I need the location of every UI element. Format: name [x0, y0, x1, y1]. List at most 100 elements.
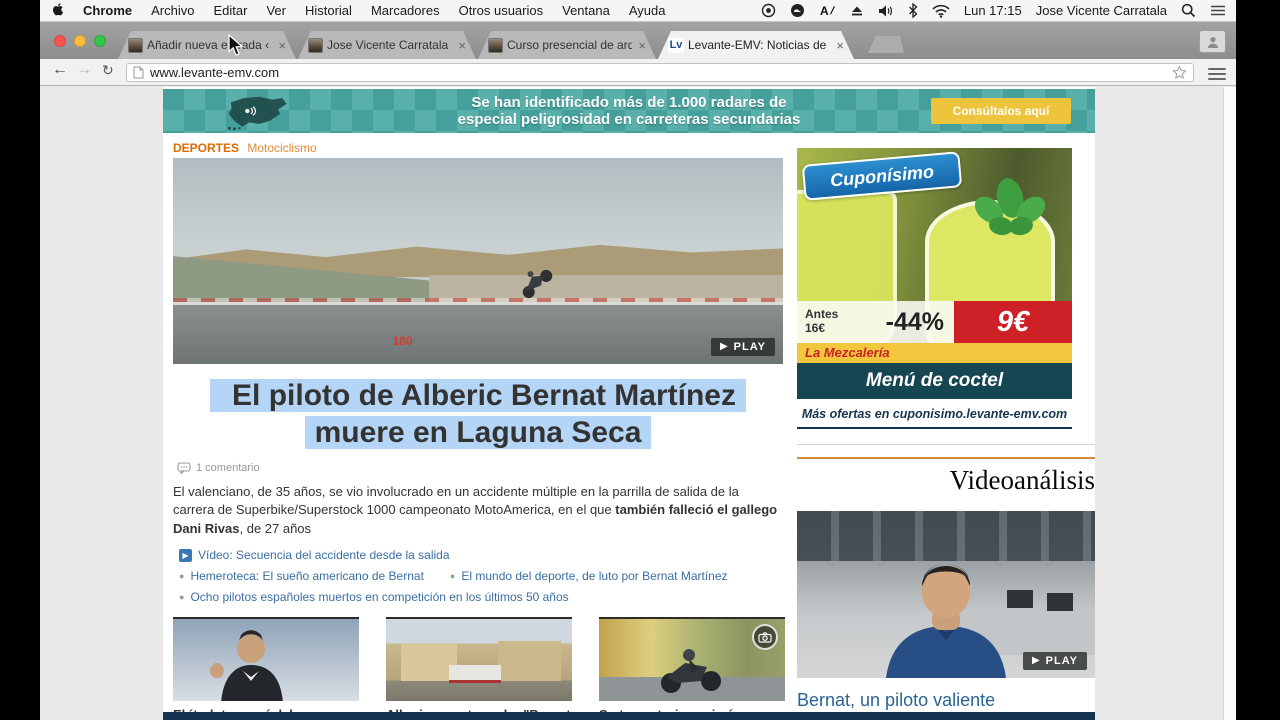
- ad-before-price: Antes 16€: [805, 307, 838, 336]
- macos-menubar: Chrome Archivo Editar Ver Historial Marc…: [40, 0, 1236, 22]
- comments-row[interactable]: 1 comentario: [173, 462, 783, 474]
- related-video-row: ▶ Vídeo: Secuencia del accidente desde l…: [179, 548, 783, 562]
- chrome-toolbar: ← → ↻ www.levante-emv.com: [40, 59, 1236, 86]
- minimize-window-button[interactable]: [74, 35, 86, 47]
- close-window-button[interactable]: [54, 35, 66, 47]
- tab1-close-icon[interactable]: ×: [276, 38, 288, 53]
- link-video-secuencia[interactable]: Vídeo: Secuencia del accidente desde la …: [198, 548, 450, 562]
- forward-button[interactable]: →: [76, 61, 92, 79]
- bookmark-star-icon[interactable]: [1172, 65, 1187, 80]
- back-button[interactable]: ←: [52, 61, 68, 79]
- headline-line1: El piloto de Alberic Bernat Martínez: [210, 379, 746, 412]
- menu-otros-usuarios[interactable]: Otros usuarios: [459, 3, 544, 18]
- video-play-button[interactable]: ▶ PLAY: [710, 338, 775, 356]
- cocktail-ad-image[interactable]: Cuponísimo Antes 16€ -44% 9€: [797, 148, 1072, 343]
- link-luto[interactable]: El mundo del deporte, de luto por Bernat…: [461, 569, 727, 583]
- zoom-window-button[interactable]: [94, 35, 106, 47]
- chrome-menu-icon[interactable]: [1208, 65, 1226, 83]
- bluetooth-icon[interactable]: [908, 3, 918, 18]
- sidebar-divider: [797, 444, 1095, 445]
- tab-levante-emv-active[interactable]: Lv Levante-EMV: Noticias de ×: [658, 31, 854, 59]
- tab3-favicon: [488, 38, 503, 53]
- tab1-favicon: [128, 38, 143, 53]
- mac-screen: Chrome Archivo Editar Ver Historial Marc…: [40, 0, 1236, 720]
- thumb3-image[interactable]: [599, 617, 785, 702]
- menu-historial[interactable]: Historial: [305, 3, 352, 18]
- url-text[interactable]: www.levante-emv.com: [150, 65, 1172, 80]
- svg-text:A: A: [820, 4, 829, 18]
- article-lead: El valenciano, de 35 años, se vio involu…: [173, 483, 779, 538]
- tab1-title: Añadir nueva entrada ‹ Jos: [147, 38, 270, 52]
- tab4-close-icon[interactable]: ×: [834, 38, 846, 53]
- tab3-title: Curso presencial de arquite: [507, 38, 633, 52]
- browser-profile-button[interactable]: [1199, 30, 1226, 53]
- spotlight-search-icon[interactable]: [1181, 3, 1196, 18]
- menu-ayuda[interactable]: Ayuda: [629, 3, 666, 18]
- menu-archivo[interactable]: Archivo: [151, 3, 194, 18]
- tab2-close-icon[interactable]: ×: [456, 38, 468, 53]
- headline-line2: muere en Laguna Seca: [304, 416, 652, 449]
- menu-editar[interactable]: Editar: [213, 3, 247, 18]
- chrome-tabstrip: Añadir nueva entrada ‹ Jos × Jose Vicent…: [40, 22, 1236, 59]
- play-triangle-icon: ▶: [1031, 655, 1040, 666]
- mint-leaves-icon: [974, 178, 1046, 236]
- videoanalysis-section: Videoanálisis ▶ PLAY Bernat, un piloto v…: [797, 457, 1095, 720]
- tab-curso-presencial[interactable]: Curso presencial de arquite ×: [478, 31, 656, 59]
- videoanalysis-thumbnail[interactable]: ▶ PLAY: [797, 511, 1095, 678]
- address-bar[interactable]: www.levante-emv.com: [126, 63, 1194, 82]
- related-card-1[interactable]: El ´todoterreno´ del motociclismo valenc…: [173, 617, 359, 720]
- article-headline: El piloto de Alberic Bernat Martínez mue…: [173, 377, 783, 451]
- hero-track: [173, 302, 783, 364]
- comments-count[interactable]: 1 comentario: [196, 462, 260, 474]
- ad-offer-title[interactable]: Menú de coctel: [797, 363, 1072, 399]
- eject-icon[interactable]: [850, 4, 864, 18]
- ad-more-offers-link[interactable]: Más ofertas en cuponisimo.levante-emv.co…: [797, 407, 1072, 421]
- videoanalysis-play-button[interactable]: ▶ PLAY: [1022, 652, 1087, 670]
- volume-icon[interactable]: [878, 4, 894, 18]
- article-video-still[interactable]: 180 ▶ PLAY: [173, 158, 783, 364]
- radar-ad-banner[interactable]: Se han identificado más de 1.000 radares…: [163, 89, 1095, 133]
- related-links: ▶ Vídeo: Secuencia del accidente desde l…: [173, 548, 783, 604]
- apple-menu-icon[interactable]: [50, 1, 64, 20]
- tab3-close-icon[interactable]: ×: [636, 38, 648, 53]
- video-link-icon: ▶: [179, 548, 192, 562]
- thumb2-image[interactable]: [386, 617, 572, 702]
- wifi-icon[interactable]: [932, 4, 950, 18]
- ad-price-bar: Antes 16€ -44% 9€: [797, 301, 1072, 343]
- person-icon: [1207, 36, 1218, 48]
- menubar-user-name[interactable]: Jose Vicente Carratala: [1036, 3, 1167, 18]
- menubar-clock[interactable]: Lun 17:15: [964, 3, 1022, 18]
- tab-add-new-entry[interactable]: Añadir nueva entrada ‹ Jos ×: [118, 31, 296, 59]
- banner-cta-button[interactable]: Consúltalos aquí: [931, 98, 1071, 124]
- menu-ver[interactable]: Ver: [266, 3, 286, 18]
- tab4-title: Levante-EMV: Noticias de: [688, 38, 827, 52]
- link-ocho-pilotos[interactable]: Ocho pilotos españoles muertos en compet…: [190, 590, 568, 604]
- notification-center-icon[interactable]: [1210, 4, 1226, 17]
- sidebar: Cuponísimo Antes 16€ -44% 9€ La Mezcaler…: [797, 148, 1095, 720]
- breadcrumb-section[interactable]: DEPORTES: [173, 141, 239, 155]
- menu-ventana[interactable]: Ventana: [562, 3, 610, 18]
- new-tab-button[interactable]: [868, 36, 904, 53]
- page-scrollbar[interactable]: [1223, 87, 1236, 720]
- videoanalysis-headline[interactable]: Bernat, un piloto valiente: [797, 690, 1095, 711]
- screen-record-icon[interactable]: [761, 3, 776, 18]
- menu-marcadores[interactable]: Marcadores: [371, 3, 440, 18]
- man-thumbs-up-illustration: [210, 630, 283, 702]
- cuponisimo-ad[interactable]: Cuponísimo Antes 16€ -44% 9€ La Mezcaler…: [797, 148, 1072, 429]
- ad-vendor[interactable]: La Mezcalería: [797, 343, 1072, 363]
- apple-icon: [53, 3, 63, 16]
- lead-post: , de 27 años: [239, 520, 312, 536]
- reload-button[interactable]: ↻: [102, 62, 114, 79]
- related-card-2[interactable]: Alberic, consternado: "Bernat ha muerto …: [386, 617, 572, 720]
- related-row-2b: ● El mundo del deporte, de luto por Bern…: [450, 569, 728, 583]
- presenter-illustration: [886, 563, 1006, 678]
- input-source-icon[interactable]: A: [819, 3, 836, 18]
- link-hemeroteca[interactable]: Hemeroteca: El sueño americano de Bernat: [190, 569, 423, 583]
- breadcrumb-subsection[interactable]: Motociclismo: [247, 141, 316, 155]
- creative-cloud-icon[interactable]: [790, 3, 805, 18]
- motorcycle-rider-illustration: [661, 649, 721, 694]
- thumb1-image[interactable]: [173, 617, 359, 702]
- tab-jose-vicente[interactable]: Jose Vicente Carratala | Ot ×: [298, 31, 476, 59]
- menu-chrome[interactable]: Chrome: [83, 3, 132, 18]
- related-card-3[interactable]: Su trayectoria, en imágenes: [599, 617, 785, 720]
